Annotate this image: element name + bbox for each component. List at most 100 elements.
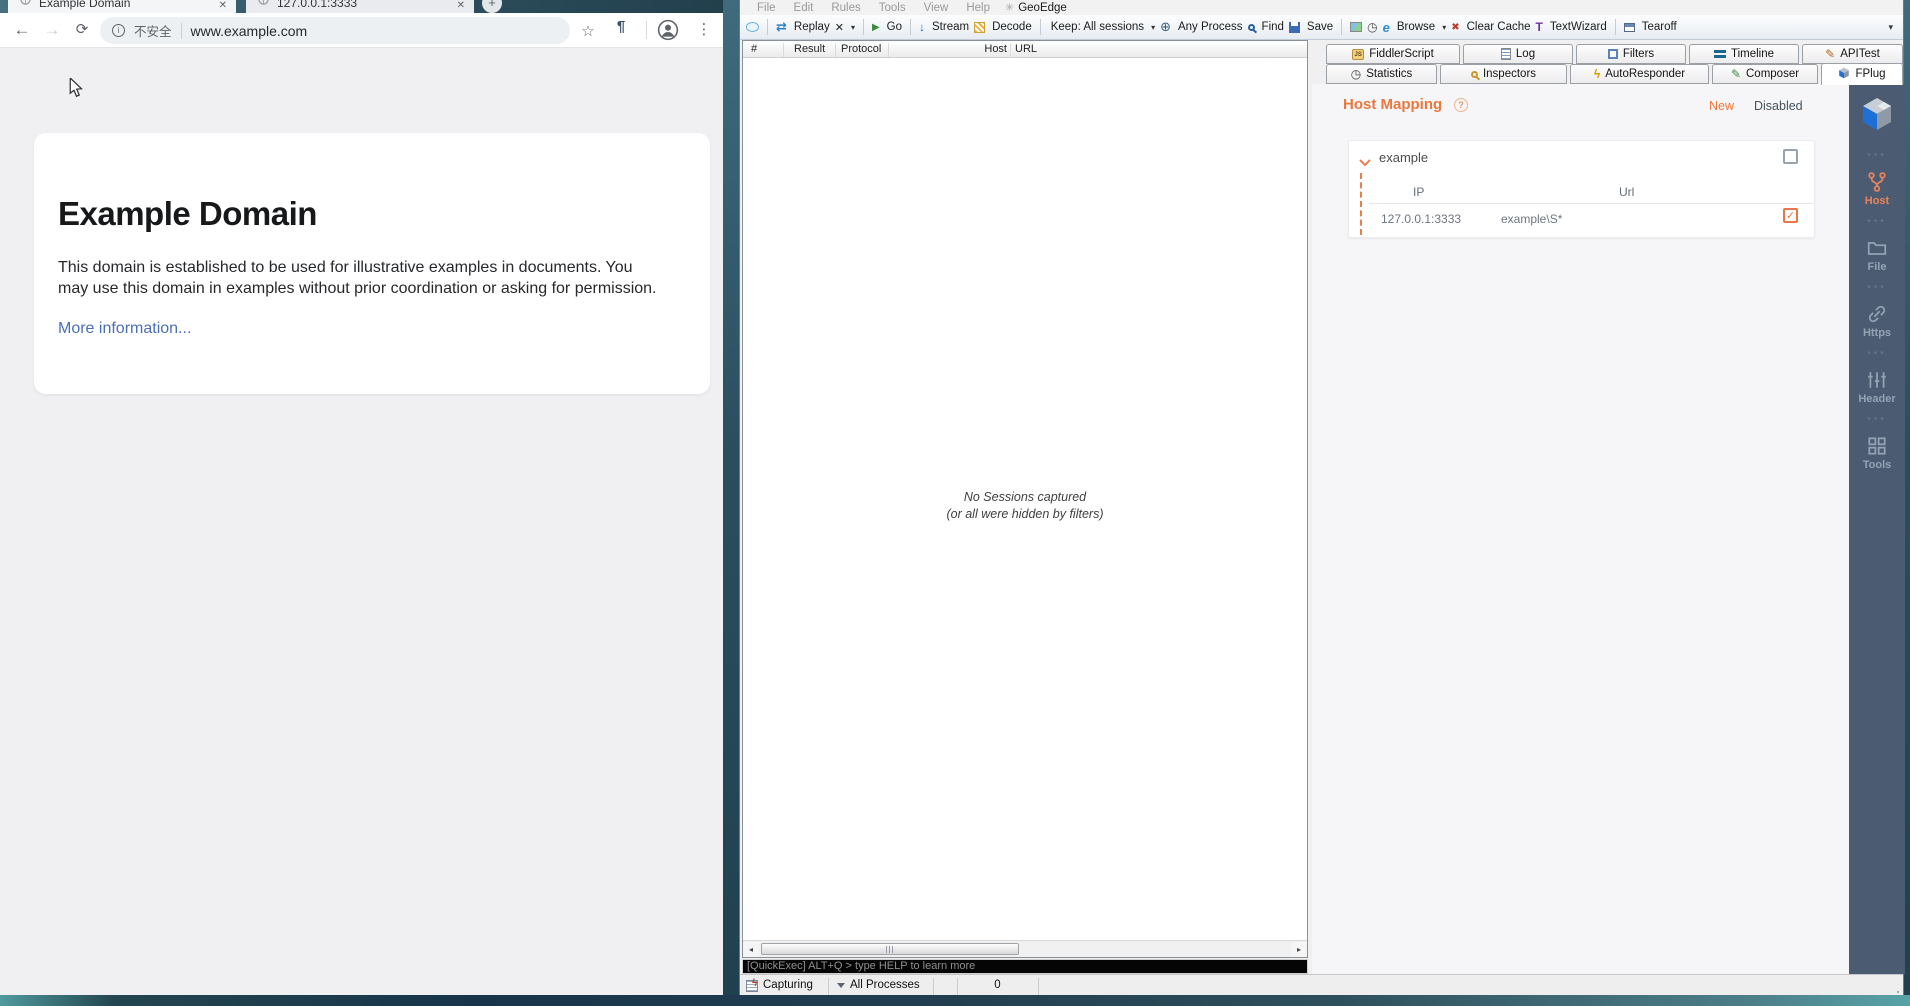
browser-tab-localhost[interactable]: 127.0.0.1:3333 ✕	[246, 0, 474, 13]
process-filter-icon	[837, 983, 845, 992]
group-checkbox-unchecked[interactable]	[1783, 149, 1798, 164]
quickexec-bar[interactable]: [QuickExec] ALT+Q > type HELP to learn m…	[742, 959, 1308, 974]
sidebar-item-https[interactable]: Https	[1863, 303, 1891, 339]
menu-help[interactable]: Help	[957, 2, 999, 14]
capturing-label[interactable]: Capturing	[763, 979, 813, 991]
extension-icon[interactable]: ¶	[611, 18, 631, 36]
tab-statistics[interactable]: ◷ Statistics	[1326, 64, 1437, 84]
sidebar-divider-dots: •••	[1867, 216, 1887, 227]
timer-icon[interactable]: ◷	[1367, 20, 1377, 34]
clear-cache-button[interactable]: Clear Cache	[1467, 21, 1531, 33]
tab-filters[interactable]: Filters	[1576, 44, 1686, 64]
tab-timeline[interactable]: Timeline	[1689, 44, 1799, 64]
tearoff-button[interactable]: Tearoff	[1642, 21, 1677, 33]
new-mapping-button[interactable]: New	[1709, 99, 1734, 113]
fplug-sidebar: ••• Host ••• File ••• Https ••• Header •…	[1849, 84, 1905, 974]
close-tab-icon[interactable]: ✕	[219, 0, 227, 11]
col-url[interactable]: URL	[1015, 43, 1037, 55]
remove-sessions-icon[interactable]: ✕	[835, 21, 844, 34]
tab-autoresponder[interactable]: ϟ AutoResponder	[1570, 64, 1709, 84]
page-paragraph: This domain is established to be used fo…	[58, 259, 657, 297]
comment-bubble-icon[interactable]	[746, 22, 759, 32]
sliders-icon	[1868, 372, 1886, 388]
help-icon[interactable]: ?	[1454, 98, 1468, 112]
find-button[interactable]: Find	[1262, 21, 1284, 33]
mapping-ip-value[interactable]: 127.0.0.1:3333	[1381, 212, 1461, 226]
go-button[interactable]: Go	[887, 21, 902, 33]
decode-icon	[974, 21, 986, 33]
clear-cache-icon: ✖	[1451, 21, 1460, 33]
col-host[interactable]: Host	[984, 43, 1007, 55]
new-tab-button[interactable]: +	[482, 0, 502, 13]
toolbar-overflow-icon[interactable]: ▾	[1888, 22, 1897, 33]
session-list: # Result Protocol Host URL No Sessions c…	[742, 40, 1308, 958]
replay-button[interactable]: Replay	[794, 21, 830, 33]
sidebar-divider-dots: •••	[1867, 282, 1887, 293]
address-bar[interactable]: i 不安全 www.example.com	[100, 17, 570, 44]
sidebar-item-tools[interactable]: Tools	[1863, 435, 1891, 471]
tab-log[interactable]: Log	[1463, 44, 1573, 64]
globe-icon	[258, 0, 269, 10]
security-label: 不安全	[134, 25, 172, 39]
keep-sessions-dropdown[interactable]: Keep: All sessions	[1051, 21, 1144, 33]
browser-toolbar: ← → ⟳ i 不安全 www.example.com ☆ ¶ ⋮	[0, 13, 723, 48]
folder-icon	[1867, 242, 1887, 255]
capturing-bolt-icon: ϟ	[752, 978, 758, 989]
fplug-panel: Host Mapping ? New Disabled example IP U…	[1312, 84, 1849, 974]
horizontal-scrollbar[interactable]: ◂ ▸	[743, 940, 1307, 957]
reload-icon[interactable]: ⟳	[70, 20, 94, 38]
sidebar-item-header[interactable]: Header	[1858, 369, 1896, 405]
sidebar-item-host[interactable]: Host	[1865, 171, 1889, 207]
tab-fplug[interactable]: FPlug	[1821, 63, 1903, 85]
screenshot-icon[interactable]	[1350, 22, 1363, 32]
menu-rules[interactable]: Rules	[822, 2, 869, 14]
tab-inspectors[interactable]: Inspectors	[1440, 64, 1567, 84]
grid-icon	[1868, 437, 1886, 455]
col-number[interactable]: #	[751, 43, 757, 55]
replay-icon: ⇄	[776, 19, 787, 34]
browse-button[interactable]: Browse	[1397, 21, 1435, 33]
col-result[interactable]: Result	[794, 43, 825, 55]
bookmark-star-icon[interactable]: ☆	[576, 22, 600, 40]
menu-geoedge[interactable]: ✳ GeoEdge	[999, 1, 1073, 15]
col-protocol[interactable]: Protocol	[841, 43, 881, 55]
any-process-button[interactable]: Any Process	[1178, 21, 1243, 33]
scroll-left-icon[interactable]: ◂	[743, 942, 759, 957]
info-icon[interactable]: i	[112, 24, 125, 37]
textwizard-button[interactable]: TextWizard	[1550, 21, 1607, 33]
cube-icon	[1838, 67, 1850, 82]
browser-window: Example Domain ✕ 127.0.0.1:3333 ✕ + ← → …	[0, 0, 723, 995]
profile-avatar[interactable]	[657, 19, 679, 46]
tab-apitest[interactable]: ✎ APITest	[1802, 44, 1903, 64]
menu-file[interactable]: File	[748, 2, 785, 14]
mapping-url-pattern[interactable]: example\S*	[1501, 212, 1562, 226]
mapping-checkbox-checked[interactable]: ✓	[1783, 208, 1798, 223]
browser-tab-example-domain[interactable]: Example Domain ✕	[8, 0, 236, 13]
log-document-icon	[1500, 48, 1511, 60]
group-name[interactable]: example	[1379, 150, 1428, 165]
process-filter-label[interactable]: All Processes	[850, 979, 920, 991]
menu-view[interactable]: View	[915, 2, 958, 14]
lightning-icon: ϟ	[1593, 67, 1601, 81]
close-tab-icon[interactable]: ✕	[457, 0, 465, 11]
menu-edit[interactable]: Edit	[785, 2, 823, 14]
scroll-right-icon[interactable]: ▸	[1291, 942, 1307, 957]
more-information-link[interactable]: More information...	[58, 320, 191, 338]
chevron-down-icon[interactable]	[1359, 154, 1371, 172]
back-icon[interactable]: ←	[10, 20, 34, 40]
browser-menu-icon[interactable]: ⋮	[692, 20, 716, 38]
resize-grip[interactable]	[1897, 991, 1899, 993]
stream-button[interactable]: Stream	[932, 21, 969, 33]
empty-sessions-message: No Sessions captured (or all were hidden…	[946, 490, 1104, 521]
tab-composer[interactable]: ✎ Composer	[1712, 64, 1818, 84]
timeline-bars-icon	[1713, 50, 1726, 58]
disabled-toggle[interactable]: Disabled	[1754, 99, 1803, 113]
sidebar-item-file[interactable]: File	[1866, 237, 1888, 273]
save-button[interactable]: Save	[1307, 21, 1333, 33]
menu-tools[interactable]: Tools	[870, 2, 915, 14]
tab-fiddlerscript[interactable]: JS FiddlerScript	[1326, 44, 1460, 64]
sidebar-divider-dots: •••	[1867, 414, 1887, 425]
scrollbar-thumb[interactable]	[761, 943, 1019, 955]
fiddler-menubar: File Edit Rules Tools View Help ✳ GeoEdg…	[740, 0, 1903, 15]
decode-button[interactable]: Decode	[992, 21, 1032, 33]
